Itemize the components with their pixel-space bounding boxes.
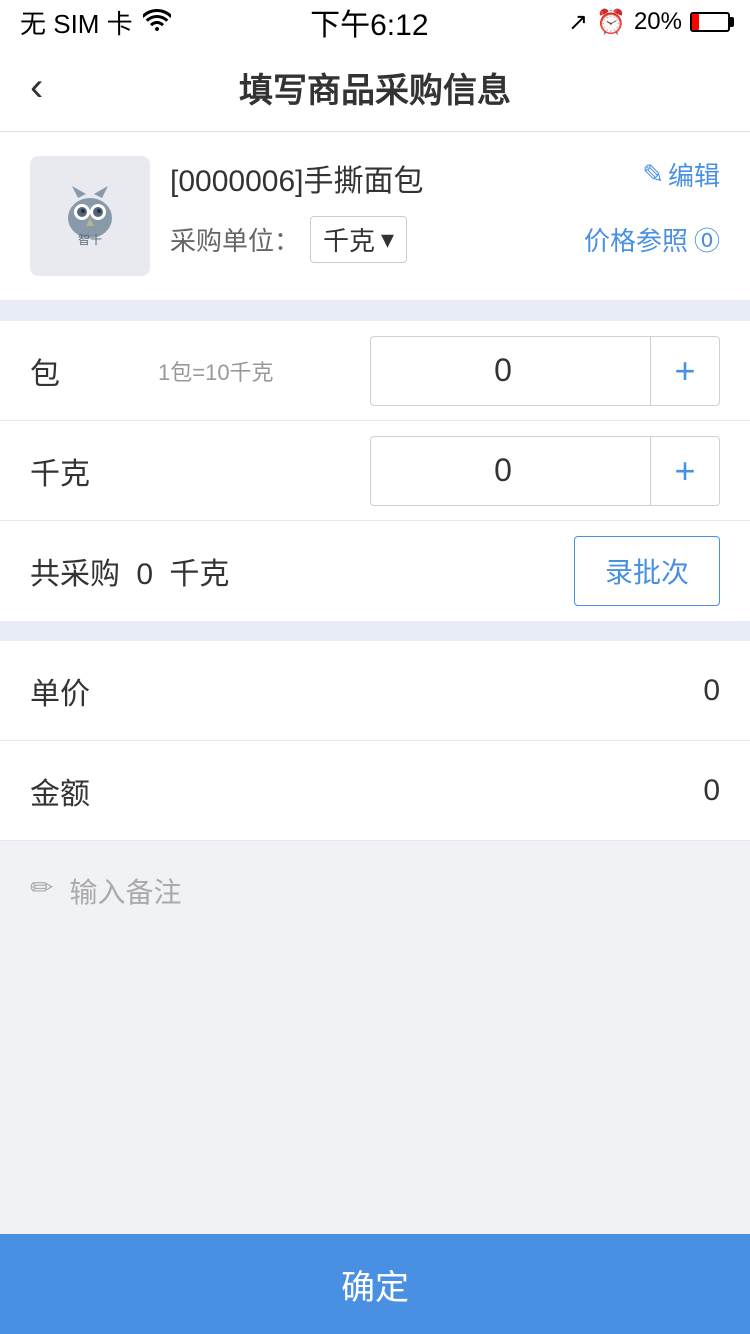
unit-value: 千克 xyxy=(323,221,375,258)
bag-plus-button[interactable]: + xyxy=(650,336,720,406)
wifi-icon xyxy=(143,7,171,38)
unit-dropdown[interactable]: 千克 ▾ xyxy=(310,216,407,263)
edit-button[interactable]: ✎ 编辑 xyxy=(642,156,720,193)
amount-label: 金额 xyxy=(30,769,90,813)
price-ref-button[interactable]: 价格参照 ⓪ xyxy=(584,221,720,258)
product-full-name: [0000006]手撕面包 xyxy=(170,156,720,200)
status-right: ↗ ⏰ 20% xyxy=(568,8,730,37)
alarm-icon: ⏰ xyxy=(596,8,626,37)
total-unit: 千克 xyxy=(169,558,229,591)
summary-row: 共采购 0 千克 录批次 xyxy=(0,521,750,621)
unit-price-label: 单价 xyxy=(30,669,90,713)
location-icon: ↗ xyxy=(568,8,588,37)
product-image: 智十 xyxy=(30,156,150,276)
unit-price-value: 0 xyxy=(703,674,720,708)
price-ref-help-icon: ⓪ xyxy=(694,221,720,258)
amount-row: 金额 0 xyxy=(0,741,750,841)
product-logo: 智十 xyxy=(50,176,130,256)
nav-bar: ‹ 填写商品采购信息 xyxy=(0,44,750,132)
remark-placeholder: 输入备注 xyxy=(69,871,181,911)
kg-label: 千克 xyxy=(30,458,90,491)
dropdown-arrow-icon: ▾ xyxy=(381,224,394,255)
amount-value: 0 xyxy=(703,774,720,808)
price-section: 单价 0 金额 0 xyxy=(0,641,750,841)
page-title: 填写商品采购信息 xyxy=(239,63,511,112)
remark-section[interactable]: ✏ 输入备注 xyxy=(0,841,750,1041)
svg-text:智十: 智十 xyxy=(78,232,102,247)
remark-pencil-icon: ✏ xyxy=(30,871,53,904)
bag-label: 包 xyxy=(30,349,150,393)
confirm-button[interactable]: 确定 xyxy=(0,1234,750,1334)
status-left: 无 SIM 卡 xyxy=(20,4,171,41)
bag-sublabel: 1包=10千克 xyxy=(158,355,274,387)
batch-button[interactable]: 录批次 xyxy=(574,536,720,606)
carrier-label: 无 SIM 卡 xyxy=(20,4,133,41)
unit-label: 采购单位： xyxy=(170,221,300,258)
section-divider-1 xyxy=(0,301,750,321)
back-button[interactable]: ‹ xyxy=(30,65,43,110)
product-info: [0000006]手撕面包 采购单位： 千克 ▾ 价格参照 ⓪ xyxy=(170,156,720,263)
total-prefix: 共采购 xyxy=(30,558,120,591)
kg-quantity-input[interactable] xyxy=(370,436,650,506)
unit-price-row: 单价 0 xyxy=(0,641,750,741)
unit-selector[interactable]: 采购单位： 千克 ▾ xyxy=(170,216,407,263)
edit-label: 编辑 xyxy=(668,156,720,193)
time-label: 下午6:12 xyxy=(310,0,428,44)
battery-icon xyxy=(690,12,730,32)
bag-input-row: 包 1包=10千克 + xyxy=(0,321,750,421)
bag-input-right: + xyxy=(370,336,720,406)
price-ref-label: 价格参照 xyxy=(584,221,688,258)
edit-icon: ✎ xyxy=(642,159,664,190)
battery-percent: 20% xyxy=(634,8,682,36)
product-card: 智十 [0000006]手撕面包 采购单位： 千克 ▾ 价格参照 xyxy=(0,132,750,301)
kg-input-row: 千克 + xyxy=(0,421,750,521)
kg-input-right: + xyxy=(370,436,720,506)
total-value: 0 xyxy=(136,558,153,591)
product-unit-row: 采购单位： 千克 ▾ 价格参照 ⓪ xyxy=(170,216,720,263)
section-divider-2 xyxy=(0,621,750,641)
bag-quantity-input[interactable] xyxy=(370,336,650,406)
summary-text: 共采购 0 千克 xyxy=(30,549,229,593)
input-section: 包 1包=10千克 + 千克 + xyxy=(0,321,750,521)
status-bar: 无 SIM 卡 下午6:12 ↗ ⏰ 20% xyxy=(0,0,750,44)
kg-plus-button[interactable]: + xyxy=(650,436,720,506)
